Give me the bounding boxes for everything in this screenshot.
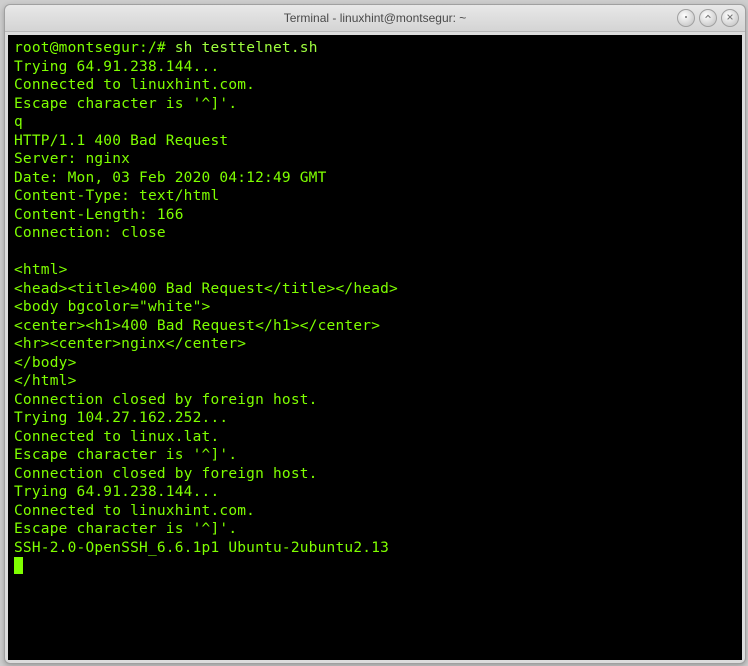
window-title: Terminal - linuxhint@montsegur: ~: [5, 11, 745, 25]
close-icon: [726, 13, 734, 23]
window-controls: [677, 9, 739, 27]
titlebar[interactable]: Terminal - linuxhint@montsegur: ~: [5, 5, 745, 32]
command-input: sh testtelnet.sh: [175, 40, 318, 56]
maximize-button[interactable]: [699, 9, 717, 27]
minimize-icon: [682, 13, 690, 23]
terminal-output: Trying 64.91.238.144... Connected to lin…: [14, 59, 398, 556]
chevron-up-icon: [704, 13, 712, 23]
cursor: [14, 557, 23, 574]
close-button[interactable]: [721, 9, 739, 27]
prompt: root@montsegur:/#: [14, 40, 175, 56]
minimize-button[interactable]: [677, 9, 695, 27]
terminal-window: Terminal - linuxhint@montsegur: ~ root@m…: [4, 4, 746, 664]
terminal-area[interactable]: root@montsegur:/# sh testtelnet.sh Tryin…: [8, 35, 742, 660]
